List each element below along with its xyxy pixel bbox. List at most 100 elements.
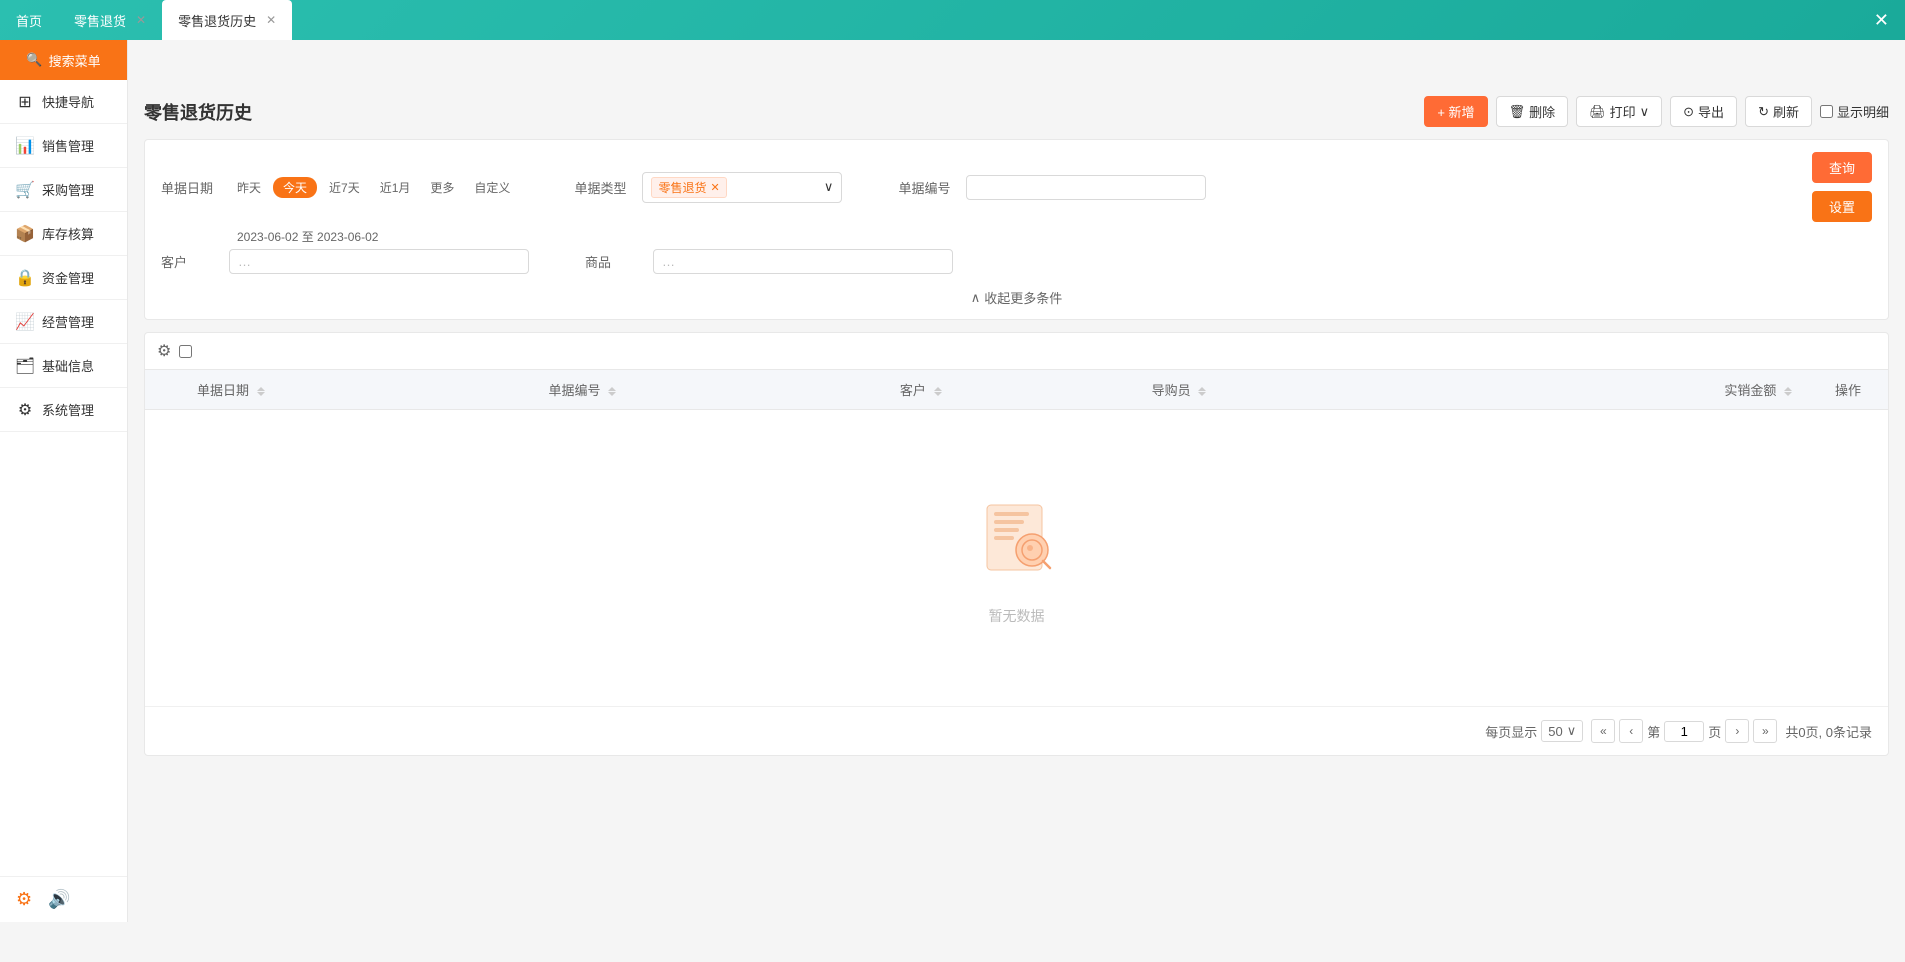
customer-input[interactable]: … — [229, 249, 529, 274]
page-size-chevron: ∨ — [1567, 723, 1577, 739]
sidebar-item-finance-mgmt[interactable]: 🔒 资金管理 — [0, 256, 127, 300]
finance-icon: 🔒 — [16, 269, 34, 287]
export-button[interactable]: ⊙ 导出 — [1670, 96, 1737, 127]
pagination-summary: 共0页, 0条记录 — [1785, 722, 1872, 741]
tab-retail-return-history-close[interactable]: ✕ — [266, 13, 276, 27]
settings-bottom-icon[interactable]: ⚙ — [16, 889, 32, 910]
first-page-button[interactable]: « — [1591, 719, 1615, 743]
date-btn-custom[interactable]: 自定义 — [466, 177, 518, 198]
quick-nav-icon: ⊞ — [16, 93, 34, 111]
page-header: 零售退货历史 + 新增 🗑 删除 🖨 打印 ∨ ⊙ 导出 ↻ 刷新 — [144, 96, 1889, 127]
sidebar-item-sales-mgmt[interactable]: 📊 销售管理 — [0, 124, 127, 168]
sidebar-item-quick-nav[interactable]: ⊞ 快捷导航 — [0, 80, 127, 124]
tab-home[interactable]: 首页 — [0, 0, 58, 40]
print-dropdown-icon: ∨ — [1640, 104, 1650, 120]
new-button[interactable]: + 新增 — [1424, 96, 1487, 127]
doc-type-tag: 零售退货 ✕ — [651, 177, 726, 198]
data-table: 单据日期 单据编号 客户 — [145, 370, 1888, 706]
date-range-buttons: 昨天 今天 近7天 近1月 更多 自定义 — [229, 177, 518, 198]
sidebar-item-system-mgmt[interactable]: ⚙ 系统管理 — [0, 388, 127, 432]
collapse-button[interactable]: ∧ 收起更多条件 — [161, 284, 1872, 307]
th-customer[interactable]: 客户 — [888, 370, 1140, 410]
delete-button[interactable]: 🗑 删除 — [1496, 96, 1569, 127]
th-amount[interactable]: 实销金额 — [1441, 370, 1808, 410]
sidebar-item-basic-info[interactable]: 🗂 基础信息 — [0, 344, 127, 388]
pagination: 每页显示 50 ∨ « ‹ 第 页 › — [145, 706, 1888, 755]
th-date[interactable]: 单据日期 — [185, 370, 536, 410]
delete-icon: 🗑 — [1509, 104, 1526, 120]
sidebar-search[interactable]: 🔍 搜索菜单 — [0, 40, 127, 80]
page-size-selector: 每页显示 50 ∨ — [1485, 720, 1583, 742]
purchase-icon: 🛒 — [16, 181, 34, 199]
prev-page-button[interactable]: ‹ — [1619, 719, 1643, 743]
query-button[interactable]: 查询 — [1812, 152, 1872, 183]
sort-amount-icon — [1784, 387, 1792, 396]
doc-type-select[interactable]: 零售退货 ✕ ∨ — [642, 172, 842, 203]
sales-icon: 📊 — [16, 137, 34, 155]
sidebar-item-inventory[interactable]: 📦 库存核算 — [0, 212, 127, 256]
goods-label: 商品 — [585, 252, 645, 271]
tab-retail-return-close[interactable]: ✕ — [136, 13, 146, 27]
doc-number-input[interactable] — [966, 175, 1206, 200]
doc-number-label: 单据编号 — [898, 178, 958, 197]
filter-row-1: 单据日期 昨天 今天 近7天 近1月 更多 自定义 单据类型 零售退货 ✕ — [161, 152, 1872, 222]
th-checkbox — [145, 370, 185, 410]
page-number-input[interactable] — [1664, 721, 1704, 742]
date-range-text: 2023-06-02 至 2023-06-02 — [237, 228, 378, 245]
empty-state-icon — [967, 490, 1067, 590]
page-size-dropdown[interactable]: 50 ∨ — [1541, 720, 1583, 742]
page-title: 零售退货历史 — [144, 99, 252, 125]
window-close-button[interactable]: ✕ — [1858, 10, 1905, 31]
table-body: 暂无数据 — [145, 410, 1888, 707]
audio-bottom-icon[interactable]: 🔊 — [48, 889, 70, 910]
operations-icon: 📈 — [16, 313, 34, 331]
date-btn-more[interactable]: 更多 — [422, 177, 462, 198]
sort-date-icon — [257, 387, 265, 396]
customer-filter: 客户 … — [161, 249, 529, 274]
sidebar-item-operations-mgmt[interactable]: 📈 经营管理 — [0, 300, 127, 344]
table-settings-icon[interactable]: ⚙ — [157, 341, 171, 361]
refresh-button[interactable]: ↻ 刷新 — [1745, 96, 1812, 127]
date-btn-yesterday[interactable]: 昨天 — [229, 177, 269, 198]
header-actions: + 新增 🗑 删除 🖨 打印 ∨ ⊙ 导出 ↻ 刷新 显示明细 — [1424, 96, 1889, 127]
goods-input[interactable]: … — [653, 249, 953, 274]
refresh-icon: ↻ — [1758, 104, 1769, 120]
date-btn-7days[interactable]: 近7天 — [321, 177, 368, 198]
page-navigation: « ‹ 第 页 › » — [1591, 719, 1777, 743]
empty-text: 暂无数据 — [989, 606, 1045, 626]
system-icon: ⚙ — [16, 401, 34, 419]
sidebar: 🔍 搜索菜单 ⊞ 快捷导航 📊 销售管理 🛒 采购管理 📦 库存核算 🔒 资金管… — [0, 40, 128, 922]
date-btn-today[interactable]: 今天 — [273, 177, 317, 198]
next-page-button[interactable]: › — [1725, 719, 1749, 743]
collapse-up-icon: ∧ — [971, 290, 981, 306]
tab-retail-return[interactable]: 零售退货 ✕ — [58, 0, 162, 40]
th-number[interactable]: 单据编号 — [536, 370, 887, 410]
tab-retail-return-history[interactable]: 零售退货历史 ✕ — [162, 0, 292, 40]
date-btn-1month[interactable]: 近1月 — [372, 177, 419, 198]
settings-filter-button[interactable]: 设置 — [1812, 191, 1872, 222]
goods-filter: 商品 … — [585, 249, 953, 274]
doc-type-tag-close[interactable]: ✕ — [710, 181, 719, 194]
table-container: ⚙ 单据日期 单据编号 — [144, 332, 1889, 756]
date-range-display-row: 2023-06-02 至 2023-06-02 — [161, 226, 1872, 245]
print-button[interactable]: 🖨 打印 ∨ — [1576, 96, 1662, 127]
export-icon: ⊙ — [1683, 104, 1694, 120]
table-select-all-checkbox[interactable] — [179, 345, 192, 358]
filter-row-2: 客户 … 商品 … — [161, 249, 1872, 274]
last-page-button[interactable]: » — [1753, 719, 1777, 743]
show-detail-checkbox-label[interactable]: 显示明细 — [1820, 102, 1889, 121]
sidebar-bottom: ⚙ 🔊 — [0, 876, 127, 922]
show-detail-checkbox[interactable] — [1820, 105, 1833, 118]
date-label: 单据日期 — [161, 178, 221, 197]
doc-type-label: 单据类型 — [574, 178, 634, 197]
basic-info-icon: 🗂 — [16, 357, 34, 375]
doc-number-filter: 单据编号 — [898, 175, 1206, 200]
sort-guide-icon — [1198, 387, 1206, 396]
empty-state: 暂无数据 — [145, 410, 1888, 706]
inventory-icon: 📦 — [16, 225, 34, 243]
main-content: 零售退货历史 + 新增 🗑 删除 🖨 打印 ∨ ⊙ 导出 ↻ 刷新 — [128, 80, 1905, 962]
sidebar-item-purchase-mgmt[interactable]: 🛒 采购管理 — [0, 168, 127, 212]
customer-label: 客户 — [161, 252, 221, 271]
search-icon: 🔍 — [26, 52, 42, 68]
th-guide[interactable]: 导购员 — [1140, 370, 1442, 410]
